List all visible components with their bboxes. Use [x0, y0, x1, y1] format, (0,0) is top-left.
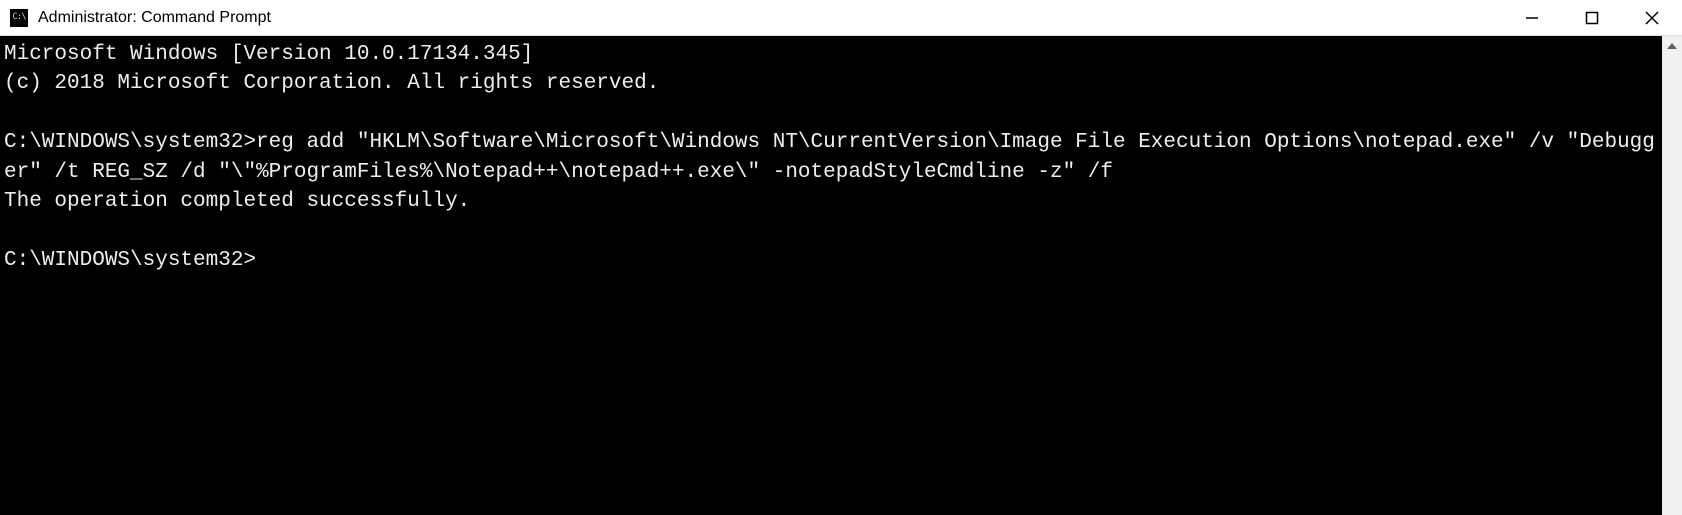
- result-1: The operation completed successfully.: [4, 190, 470, 213]
- chevron-up-icon: [1667, 43, 1677, 49]
- minimize-icon: [1525, 11, 1539, 25]
- copyright-line: (c) 2018 Microsoft Corporation. All righ…: [4, 72, 659, 95]
- maximize-button[interactable]: [1562, 0, 1622, 35]
- maximize-icon: [1585, 11, 1599, 25]
- prompt-2: C:\WINDOWS\system32>: [4, 249, 256, 272]
- vertical-scrollbar[interactable]: [1662, 36, 1682, 515]
- window-title: Administrator: Command Prompt: [38, 9, 1502, 27]
- window-controls: [1502, 0, 1682, 35]
- console-output[interactable]: Microsoft Windows [Version 10.0.17134.34…: [0, 36, 1662, 515]
- cmd-icon: C:\: [10, 9, 28, 27]
- cursor: [256, 250, 268, 272]
- close-icon: [1644, 10, 1660, 26]
- minimize-button[interactable]: [1502, 0, 1562, 35]
- version-line: Microsoft Windows [Version 10.0.17134.34…: [4, 43, 533, 66]
- cmd-icon-label: C:\: [12, 13, 25, 22]
- console-wrap: Microsoft Windows [Version 10.0.17134.34…: [0, 36, 1682, 515]
- scroll-up-button[interactable]: [1662, 36, 1682, 56]
- prompt-1: C:\WINDOWS\system32>: [4, 131, 256, 154]
- close-button[interactable]: [1622, 0, 1682, 35]
- titlebar: C:\ Administrator: Command Prompt: [0, 0, 1682, 36]
